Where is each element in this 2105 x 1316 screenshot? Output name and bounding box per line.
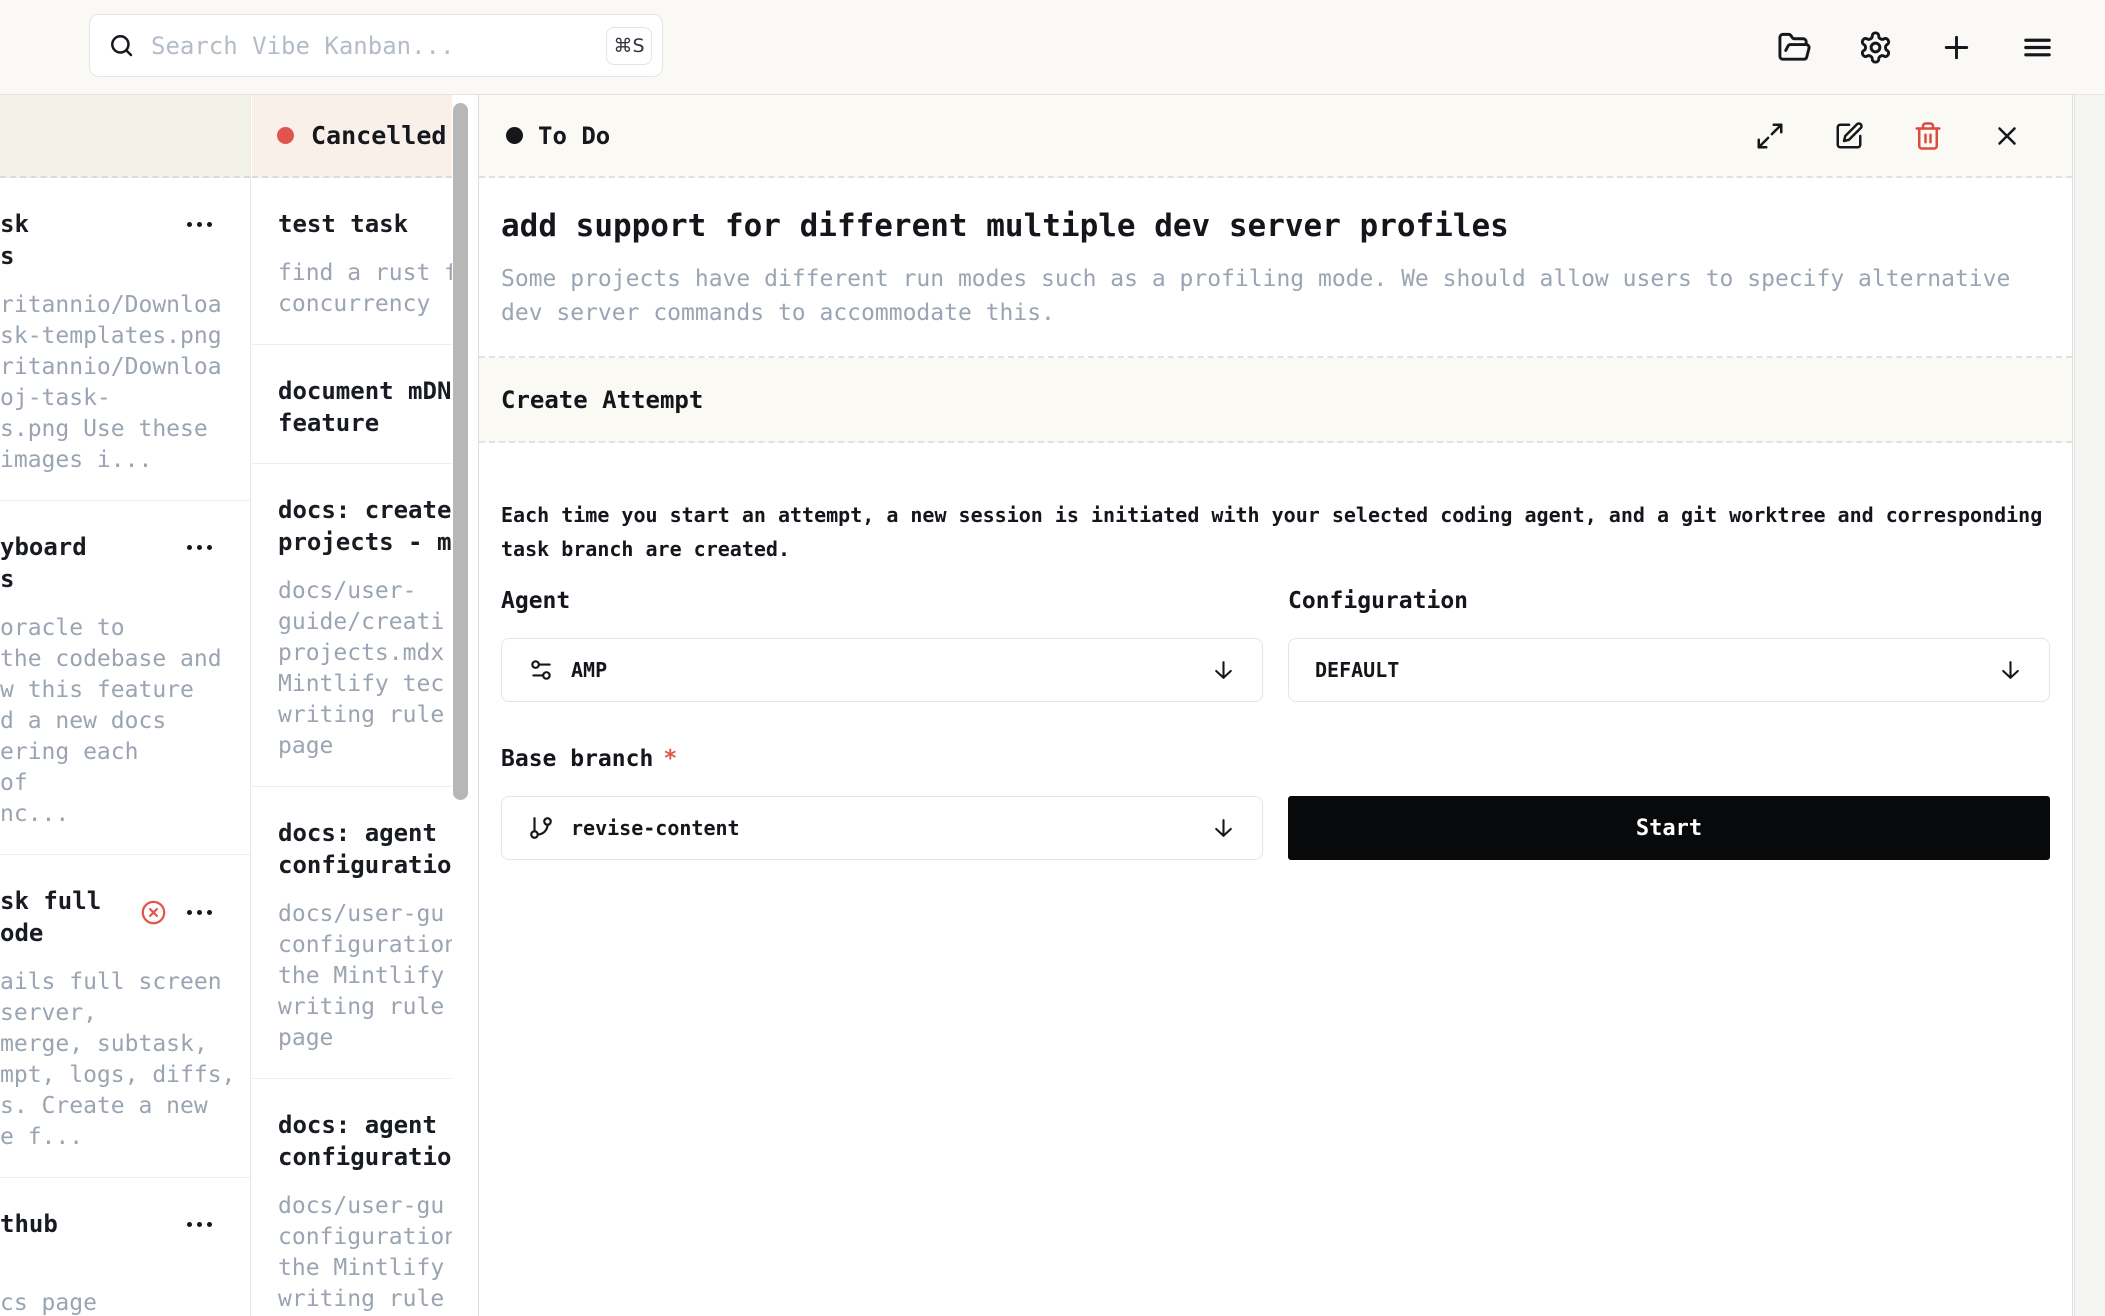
trash-icon (1913, 121, 1943, 151)
delete-button[interactable] (1913, 121, 1943, 151)
ellipsis-menu-icon[interactable] (187, 910, 212, 915)
task-card[interactable]: sk s ritannio/Downloa sk-templates.png r… (0, 178, 250, 501)
column-title: Cancelled (311, 121, 447, 150)
card-title: configuration (278, 851, 452, 879)
kanban-board: sk s ritannio/Downloa sk-templates.png r… (0, 95, 2105, 1316)
card-description: docs/user-gu configuration the Mintlify … (278, 901, 452, 1051)
edit-icon (1834, 121, 1864, 151)
sliders-icon (528, 657, 554, 683)
folder-open-icon (1777, 30, 1812, 65)
board-scrollbar[interactable] (447, 95, 473, 1316)
close-icon (1992, 121, 2022, 151)
agent-value: AMP (571, 658, 608, 682)
expand-icon (1755, 121, 1785, 151)
topbar: ⌘S (0, 0, 2105, 95)
edit-button[interactable] (1834, 121, 1864, 151)
arrow-down-icon (1211, 816, 1236, 841)
close-panel-button[interactable] (1992, 121, 2022, 151)
card-description: oracle to the codebase and w this featur… (0, 615, 222, 827)
task-card[interactable]: test task find a rust fi concurrency (252, 178, 452, 345)
cancelled-status-dot (277, 127, 294, 144)
card-description: ritannio/Downloa sk-templates.png ritann… (0, 292, 222, 473)
card-description: ails full screen server, merge, subtask,… (0, 969, 236, 1150)
menu-icon (2020, 30, 2055, 65)
agent-label: Agent (501, 588, 571, 614)
card-title: docs: agent (278, 1111, 437, 1139)
ellipsis-menu-icon[interactable] (187, 222, 212, 227)
status-label: To Do (538, 121, 611, 150)
task-card[interactable]: yboard s oracle to the codebase and w th… (0, 501, 250, 855)
base-branch-select[interactable]: revise-content (501, 796, 1263, 860)
task-card[interactable]: sk full ode ails full screen server, mer… (0, 855, 250, 1178)
card-description: find a rust fi concurrency (278, 260, 452, 317)
task-panel-header: To Do (479, 95, 2072, 178)
search-input[interactable] (149, 30, 606, 61)
scrollbar-thumb[interactable] (453, 103, 468, 800)
settings-button[interactable] (1858, 30, 1893, 65)
todo-status-dot (506, 127, 523, 144)
create-attempt-heading: Create Attempt (501, 385, 704, 414)
card-title: s (0, 242, 15, 270)
configuration-label: Configuration (1288, 588, 1469, 614)
circle-x-icon (140, 899, 167, 926)
card-description: docs/user- guide/creati projects.mdx Min… (278, 578, 445, 759)
create-attempt-form: Agent Configuration AMP DEFAULT Base bra… (501, 586, 2050, 860)
card-title: feature (278, 409, 380, 437)
task-description: Some projects have different run modes s… (501, 266, 2011, 326)
add-task-button[interactable] (1939, 30, 1974, 65)
task-card[interactable]: thub cs page (0, 1178, 250, 1316)
open-project-button[interactable] (1777, 30, 1812, 65)
kanban-column-left: sk s ritannio/Downloa sk-templates.png r… (0, 95, 251, 1316)
task-summary: add support for different multiple dev s… (479, 178, 2072, 358)
card-title: s (0, 565, 15, 593)
task-card[interactable]: document mDNS feature (252, 345, 452, 464)
base-branch-label: Base branch * (501, 746, 678, 772)
required-marker: * (663, 746, 678, 772)
ellipsis-menu-icon[interactable] (187, 1222, 212, 1227)
ellipsis-menu-icon[interactable] (187, 545, 212, 550)
task-card[interactable]: docs: create projects - m docs/user- gui… (252, 464, 452, 787)
configuration-value: DEFAULT (1315, 658, 1400, 682)
card-description: cs page (0, 1290, 97, 1316)
task-detail-panel: To Do add support for different multiple… (478, 95, 2073, 1316)
card-title: docs: create (278, 496, 452, 524)
create-attempt-header: Create Attempt (479, 358, 2072, 443)
kanban-column-cancelled: Cancelled test task find a rust fi concu… (252, 95, 452, 1316)
git-branch-icon (528, 815, 554, 841)
arrow-down-icon (1211, 658, 1236, 683)
expand-button[interactable] (1755, 121, 1785, 151)
create-attempt-body: Each time you start an attempt, a new se… (479, 443, 2072, 860)
settings-gear-icon (1858, 30, 1893, 65)
configuration-select[interactable]: DEFAULT (1288, 638, 2050, 702)
card-title: document mDNS (278, 377, 452, 405)
task-card[interactable]: docs: agent configuration docs/user-gu c… (252, 1079, 452, 1316)
menu-button[interactable] (2020, 30, 2055, 65)
create-attempt-info: Each time you start an attempt, a new se… (501, 503, 2043, 561)
start-attempt-button[interactable]: Start (1288, 796, 2050, 860)
page-scrollbar-track[interactable] (2074, 95, 2105, 1316)
search-box[interactable]: ⌘S (89, 14, 663, 77)
column-left-header (0, 95, 250, 178)
search-shortcut-badge: ⌘S (606, 26, 652, 65)
plus-icon (1939, 30, 1974, 65)
search-icon (108, 32, 135, 59)
card-title: projects - m (278, 528, 452, 556)
card-description: docs/user-gu configuration the Mintlify … (278, 1193, 452, 1312)
card-title: configuration (278, 1143, 452, 1171)
agent-select[interactable]: AMP (501, 638, 1263, 702)
column-cancelled-header: Cancelled (252, 95, 452, 178)
arrow-down-icon (1998, 658, 2023, 683)
base-branch-value: revise-content (571, 816, 740, 840)
vibe-kanban-app: ⌘S (0, 0, 2105, 1316)
card-title: docs: agent (278, 819, 437, 847)
task-card[interactable]: docs: agent configuration docs/user-gu c… (252, 787, 452, 1079)
card-title: test task (278, 210, 409, 238)
task-title: add support for different multiple dev s… (501, 208, 1509, 244)
topbar-actions (1777, 0, 2055, 95)
